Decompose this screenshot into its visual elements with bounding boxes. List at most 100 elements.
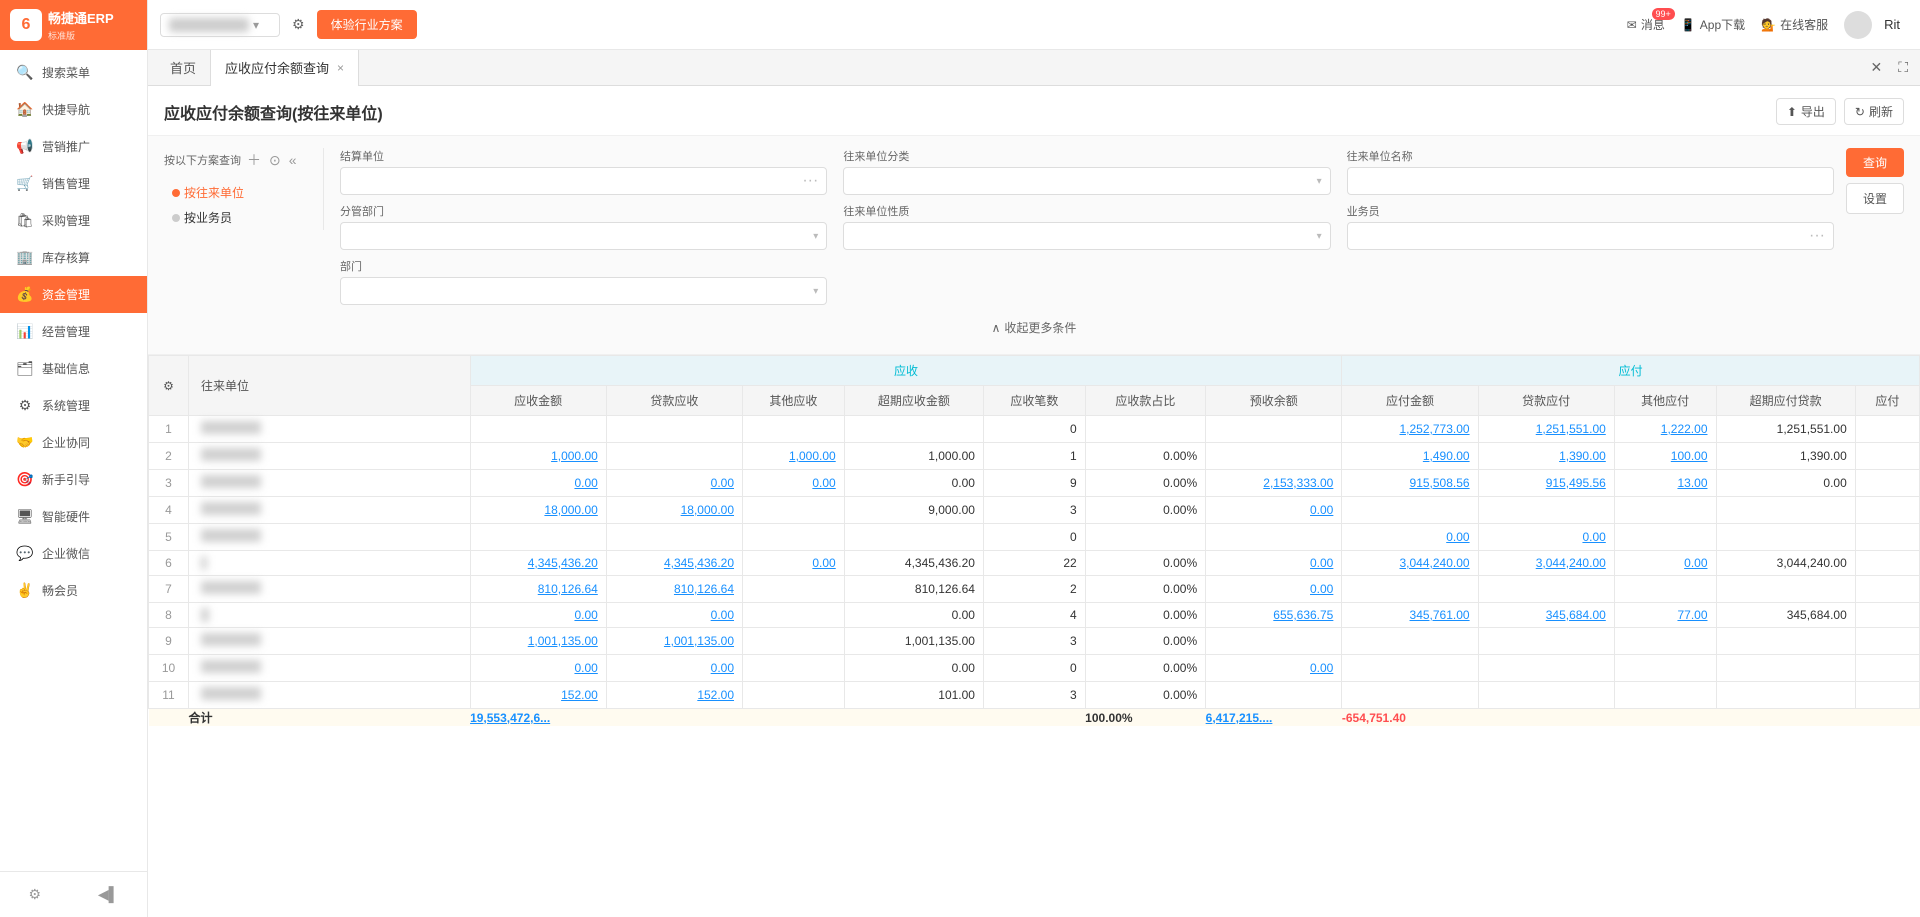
sidebar-item-marketing[interactable]: 📢 营销推广	[0, 128, 147, 165]
page-title: 应收应付余额查询(按往来单位)	[164, 100, 383, 134]
footer-label: 合计	[189, 709, 471, 727]
cell-r-count: 3	[983, 497, 1085, 524]
refresh-button[interactable]: ↻ 刷新	[1844, 98, 1904, 125]
sidebar-item-member[interactable]: ✌ 畅会员	[0, 572, 147, 609]
message-icon: ✉	[1627, 18, 1637, 32]
cell-index: 7	[149, 576, 189, 603]
topbar-gear-btn[interactable]: ⚙	[288, 12, 309, 37]
scheme-label-partner: 按往来单位	[184, 184, 244, 201]
sidebar-item-wechat[interactable]: 💬 企业微信	[0, 535, 147, 572]
collapse-btn[interactable]: ∧ 收起更多条件	[164, 313, 1904, 342]
th-r-prepay: 预收余额	[1206, 386, 1342, 416]
cell-p-overdue	[1716, 682, 1855, 709]
sidebar: 6 畅捷通ERP 标准版 🔍 搜索菜单 🏠 快捷导航 📢 营销推广 🛒 销售管理…	[0, 0, 148, 917]
footer-p-total: -654,751.40	[1342, 709, 1478, 727]
cell-r-other	[743, 524, 845, 551]
cell-name	[189, 416, 471, 443]
cell-r-loan	[606, 443, 742, 470]
topbar-app-btn[interactable]: 📱 App下载	[1681, 16, 1745, 33]
sidebar-label-guide: 新手引导	[42, 471, 90, 488]
cell-r-amount: 1,001,135.00	[470, 628, 606, 655]
tab-active[interactable]: 应收应付余额查询 ×	[211, 50, 359, 86]
member-icon: ✌	[16, 582, 34, 599]
tab-close-window-icon[interactable]: ✕	[1866, 55, 1886, 80]
cell-p-other: 13.00	[1614, 470, 1716, 497]
export-button[interactable]: ⬆ 导出	[1776, 98, 1836, 125]
subdept-input[interactable]: ▾	[340, 277, 827, 305]
cell-p-loan	[1478, 576, 1614, 603]
sidebar-item-inventory[interactable]: 🏢 库存核算	[0, 239, 147, 276]
th-settings[interactable]: ⚙	[149, 356, 189, 416]
cell-index: 4	[149, 497, 189, 524]
sidebar-item-purchase[interactable]: 🛍 采购管理	[0, 202, 147, 239]
scheme-inactive-dot	[172, 214, 180, 222]
topbar-brand[interactable]: ▾	[160, 13, 280, 37]
collapse-scheme-btn[interactable]: «	[287, 150, 299, 170]
topbar-msg-btn[interactable]: ✉ 消息 99+	[1627, 16, 1665, 33]
table-row: 4 18,000.00 18,000.00 9,000.00 3 0.00% 0…	[149, 497, 1920, 524]
cell-p-amount	[1342, 497, 1478, 524]
monitor-icon: 🖥	[16, 508, 34, 525]
topbar-service-btn[interactable]: 💁 在线客服	[1761, 16, 1828, 33]
edit-scheme-btn[interactable]: ⊙	[267, 150, 283, 171]
tab-fullscreen-icon[interactable]: ⛶	[1894, 55, 1912, 80]
sidebar-settings-btn[interactable]: ⚙	[22, 880, 47, 909]
sidebar-item-sales[interactable]: 🛒 销售管理	[0, 165, 147, 202]
sidebar-item-quicknav[interactable]: 🏠 快捷导航	[0, 91, 147, 128]
main-area: 首页 应收应付余额查询 × ✕ ⛶ 应收应付余额查询(按往来单位) ⬆ 导出 ↻…	[148, 50, 1920, 917]
sidebar-item-finance[interactable]: 💰 资金管理	[0, 276, 147, 313]
nature-label: 往来单位性质	[843, 203, 1330, 219]
cell-p-amount: 1,490.00	[1342, 443, 1478, 470]
cell-r-prepay: 0.00	[1206, 497, 1342, 524]
cell-r-ratio: 0.00%	[1085, 682, 1205, 709]
sidebar-collapse-btn[interactable]: ◀▌	[92, 880, 125, 909]
sidebar-item-corp[interactable]: 🤝 企业协同	[0, 424, 147, 461]
th-partner: 往来单位	[189, 356, 471, 416]
footer-r-other	[743, 709, 845, 727]
scheme-item-partner[interactable]: 按往来单位	[164, 180, 315, 205]
cell-r-loan: 0.00	[606, 603, 742, 628]
chevron-down-icon: ▾	[253, 18, 259, 32]
category-input[interactable]: ▾	[843, 167, 1330, 195]
cell-name	[189, 628, 471, 655]
cell-index: 8	[149, 603, 189, 628]
cell-p-other	[1614, 524, 1716, 551]
th-receivable-group: 应收	[470, 356, 1342, 386]
cell-r-other	[743, 497, 845, 524]
sidebar-menu: 🔍 搜索菜单 🏠 快捷导航 📢 营销推广 🛒 销售管理 🛍 采购管理 🏢 库存核…	[0, 50, 147, 871]
nature-input[interactable]: ▾	[843, 222, 1330, 250]
solution-button[interactable]: 体验行业方案	[317, 10, 417, 39]
partner-name-input[interactable]	[1347, 167, 1834, 195]
cell-r-other	[743, 628, 845, 655]
sidebar-item-search[interactable]: 🔍 搜索菜单	[0, 54, 147, 91]
cell-p-amount: 1,252,773.00	[1342, 416, 1478, 443]
table-row: 6 γ 4,345,436.20 4,345,436.20 0.00 4,345…	[149, 551, 1920, 576]
sidebar-item-hardware[interactable]: 🖥 智能硬件	[0, 498, 147, 535]
topbar-user-btn[interactable]: Rit	[1844, 11, 1908, 39]
cell-p-other	[1614, 655, 1716, 682]
scheme-item-salesman[interactable]: 按业务员	[164, 205, 315, 230]
sidebar-label-search: 搜索菜单	[42, 64, 90, 81]
refresh-icon: ↻	[1855, 105, 1865, 119]
query-button[interactable]: 查询	[1846, 148, 1904, 177]
cart-icon: 🛒	[16, 175, 34, 192]
tab-home[interactable]: 首页	[156, 50, 211, 86]
sidebar-label-member: 畅会员	[42, 582, 78, 599]
nature-arrow-icon: ▾	[1317, 231, 1322, 242]
cell-p-remain	[1855, 628, 1919, 655]
sidebar-label-marketing: 营销推广	[42, 138, 90, 155]
sidebar-item-base[interactable]: 🗂 基础信息	[0, 350, 147, 387]
settlement-input[interactable]: ···	[340, 167, 827, 195]
add-scheme-btn[interactable]: ＋	[245, 148, 263, 172]
sidebar-item-system[interactable]: ⚙ 系统管理	[0, 387, 147, 424]
sidebar-item-operation[interactable]: 📊 经营管理	[0, 313, 147, 350]
cell-name: γ	[189, 551, 471, 576]
cell-index: 1	[149, 416, 189, 443]
cell-r-count: 0	[983, 524, 1085, 551]
export-icon: ⬆	[1787, 105, 1797, 119]
dept-input[interactable]: ▾	[340, 222, 827, 250]
sidebar-item-guide[interactable]: 🎯 新手引导	[0, 461, 147, 498]
setting-button[interactable]: 设置	[1846, 183, 1904, 214]
tab-close-btn[interactable]: ×	[337, 61, 344, 75]
salesman-input[interactable]: ···	[1347, 222, 1834, 250]
